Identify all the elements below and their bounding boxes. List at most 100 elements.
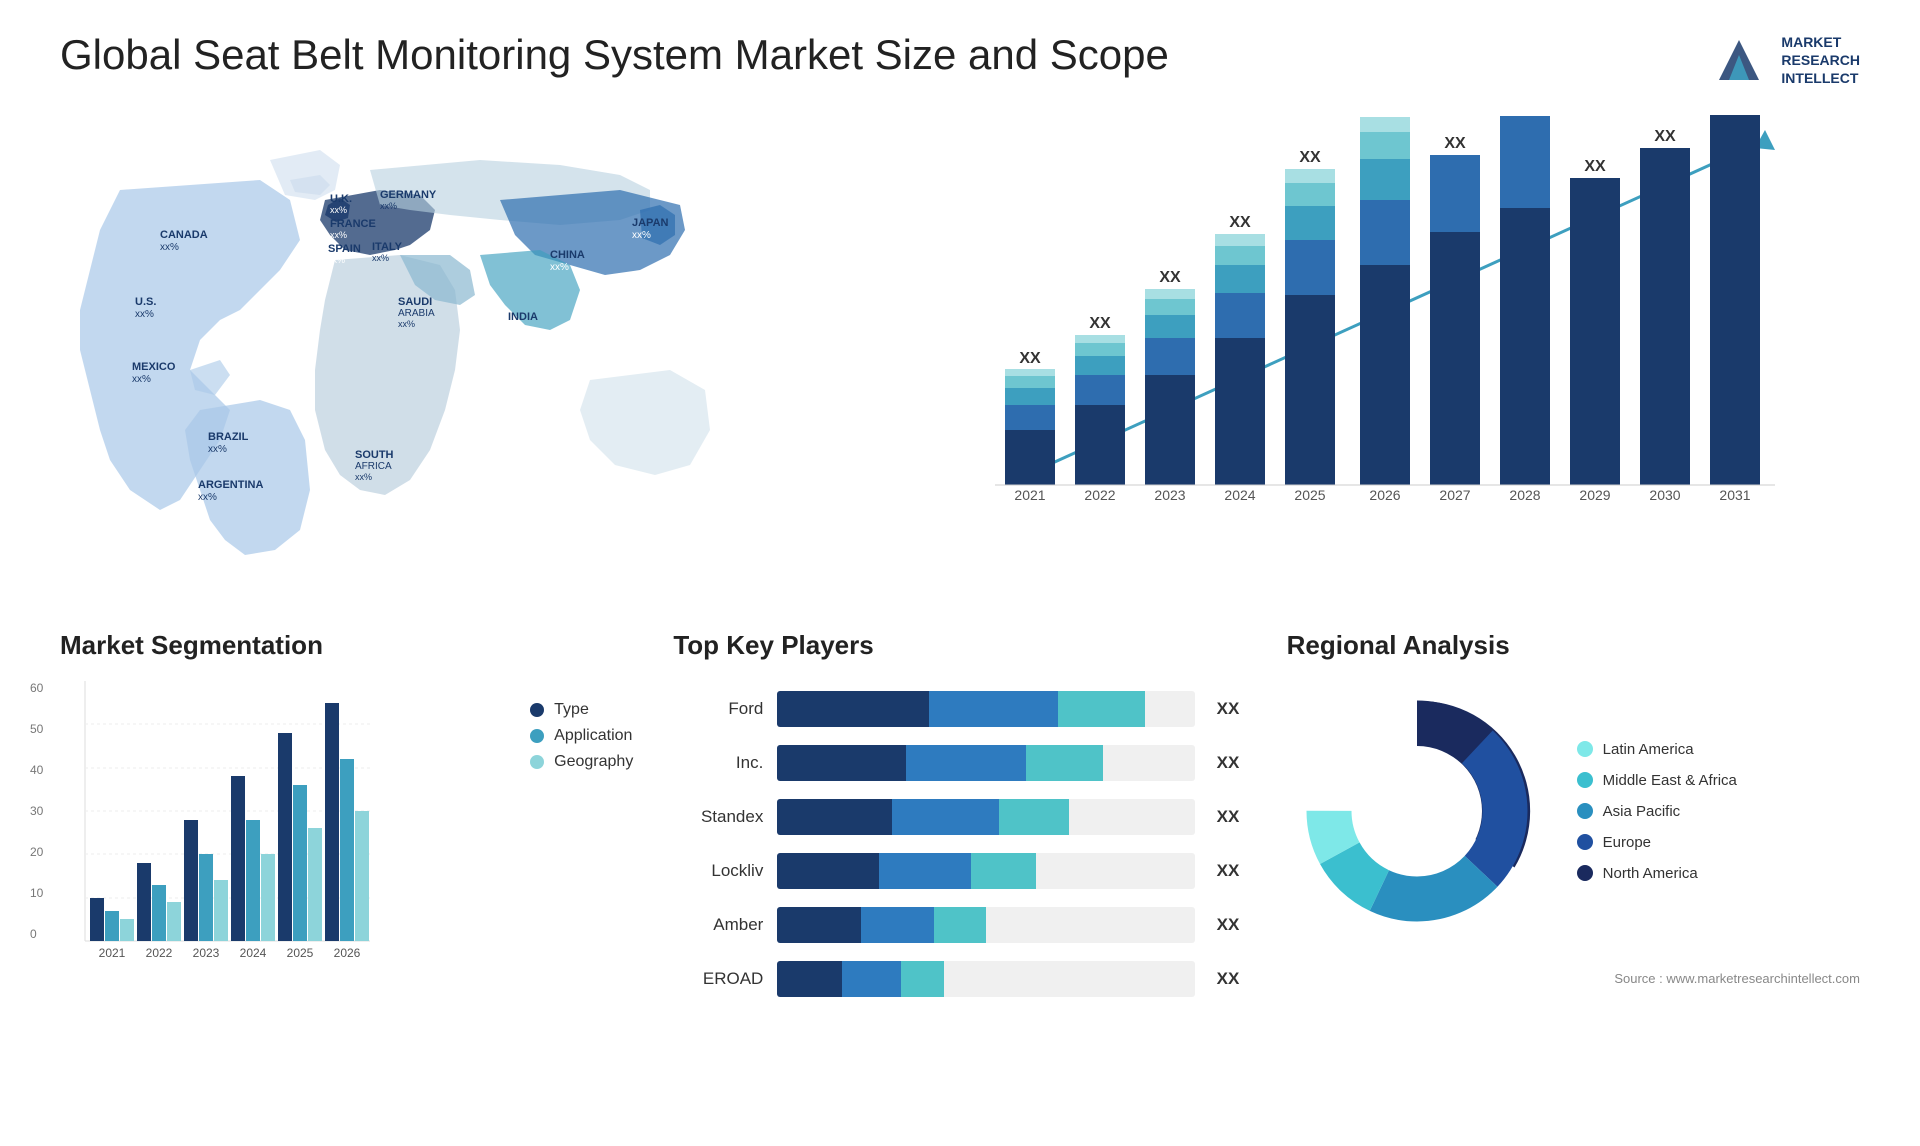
player-eroad-bar bbox=[777, 961, 1194, 997]
saudi-label: SAUDI bbox=[398, 296, 432, 308]
svg-text:2022: 2022 bbox=[146, 946, 173, 960]
legend-type: Type bbox=[530, 701, 633, 719]
regional-section: Regional Analysis bbox=[1287, 630, 1860, 1025]
india-label: INDIA bbox=[508, 311, 538, 323]
legend-geography-dot bbox=[530, 755, 544, 769]
player-lockliv-name: Lockliv bbox=[673, 861, 763, 881]
italy-label: ITALY bbox=[372, 241, 403, 253]
player-standex-name: Standex bbox=[673, 807, 763, 827]
player-eroad: EROAD XX bbox=[673, 961, 1246, 997]
svg-text:2025: 2025 bbox=[1294, 487, 1325, 503]
legend-type-label: Type bbox=[554, 701, 589, 719]
seg-chart-svg: 2021 2022 2023 bbox=[60, 681, 380, 971]
legend-middle-east: Middle East & Africa bbox=[1577, 772, 1737, 789]
seg-y-40: 40 bbox=[30, 763, 43, 777]
svg-text:2030: 2030 bbox=[1649, 487, 1680, 503]
legend-north-america-color bbox=[1577, 865, 1593, 881]
legend-type-dot bbox=[530, 703, 544, 717]
svg-text:XX: XX bbox=[1654, 128, 1676, 145]
player-standex: Standex XX bbox=[673, 799, 1246, 835]
france-val: xx% bbox=[330, 230, 347, 240]
players-section: Top Key Players Ford XX Inc. bbox=[673, 630, 1246, 1025]
svg-text:2026: 2026 bbox=[334, 946, 361, 960]
player-inc-val: XX bbox=[1217, 753, 1247, 773]
canada-label: CANADA bbox=[160, 229, 208, 241]
svg-text:2022: 2022 bbox=[1084, 487, 1115, 503]
regional-title: Regional Analysis bbox=[1287, 630, 1860, 661]
header: Global Seat Belt Monitoring System Marke… bbox=[60, 30, 1860, 90]
svg-text:XX: XX bbox=[1019, 350, 1041, 367]
legend-application-label: Application bbox=[554, 727, 632, 745]
player-inc-bar bbox=[777, 745, 1194, 781]
donut-svg bbox=[1287, 681, 1547, 941]
bottom-grid: Market Segmentation 60 50 40 30 20 10 0 bbox=[60, 630, 1860, 1025]
regional-legend: Latin America Middle East & Africa Asia … bbox=[1577, 741, 1737, 882]
legend-latin-america: Latin America bbox=[1577, 741, 1737, 758]
player-eroad-val: XX bbox=[1217, 969, 1247, 989]
world-map-section: CANADA xx% U.S. xx% MEXICO xx% BRAZIL xx… bbox=[60, 110, 945, 590]
southafrica-label2: AFRICA bbox=[355, 461, 392, 472]
world-map-container: CANADA xx% U.S. xx% MEXICO xx% BRAZIL xx… bbox=[60, 110, 945, 570]
seg-y-10: 10 bbox=[30, 886, 43, 900]
canada-val: xx% bbox=[160, 242, 179, 253]
legend-europe-color bbox=[1577, 834, 1593, 850]
player-inc: Inc. XX bbox=[673, 745, 1246, 781]
legend-latin-america-color bbox=[1577, 741, 1593, 757]
player-ford-name: Ford bbox=[673, 699, 763, 719]
page-container: Global Seat Belt Monitoring System Marke… bbox=[0, 0, 1920, 1055]
seg-y-60: 60 bbox=[30, 681, 43, 695]
player-amber-name: Amber bbox=[673, 915, 763, 935]
svg-text:XX: XX bbox=[1584, 158, 1606, 175]
legend-asia-pacific-color bbox=[1577, 803, 1593, 819]
svg-text:2025: 2025 bbox=[287, 946, 314, 960]
legend-north-america: North America bbox=[1577, 865, 1737, 882]
japan-label: JAPAN bbox=[632, 217, 669, 229]
bar-chart-svg: XX XX 2021 XX 2 bbox=[975, 110, 1795, 550]
logo-text: MARKET RESEARCH INTELLECT bbox=[1781, 33, 1860, 88]
legend-middle-east-color bbox=[1577, 772, 1593, 788]
legend-europe-label: Europe bbox=[1603, 834, 1651, 851]
legend-asia-pacific: Asia Pacific bbox=[1577, 803, 1737, 820]
uk-label: U.K. bbox=[330, 193, 352, 205]
svg-text:XX: XX bbox=[1089, 315, 1111, 332]
india-val: xx% bbox=[508, 324, 527, 335]
germany-val: xx% bbox=[380, 201, 397, 211]
players-container: Ford XX Inc. bbox=[673, 681, 1246, 1025]
player-ford-val: XX bbox=[1217, 699, 1247, 719]
svg-text:2023: 2023 bbox=[1154, 487, 1185, 503]
donut-chart bbox=[1287, 681, 1547, 941]
saudi-val: xx% bbox=[398, 319, 415, 329]
page-title: Global Seat Belt Monitoring System Marke… bbox=[60, 30, 1169, 80]
us-label: U.S. bbox=[135, 296, 156, 308]
logo-area: MARKET RESEARCH INTELLECT bbox=[1709, 30, 1860, 90]
legend-north-america-label: North America bbox=[1603, 865, 1698, 882]
player-ford-bar bbox=[777, 691, 1194, 727]
spain-label: SPAIN bbox=[328, 243, 361, 255]
player-inc-name: Inc. bbox=[673, 753, 763, 773]
svg-text:2024: 2024 bbox=[240, 946, 267, 960]
southafrica-label: SOUTH bbox=[355, 449, 394, 461]
saudi-label2: ARABIA bbox=[398, 308, 435, 319]
svg-text:2028: 2028 bbox=[1509, 487, 1540, 503]
china-label: CHINA bbox=[550, 249, 585, 261]
player-lockliv: Lockliv XX bbox=[673, 853, 1246, 889]
svg-text:XX: XX bbox=[1159, 269, 1181, 286]
us-val: xx% bbox=[135, 309, 154, 320]
player-lockliv-bar bbox=[777, 853, 1194, 889]
svg-text:XX: XX bbox=[1229, 214, 1251, 231]
mexico-label: MEXICO bbox=[132, 361, 176, 373]
world-map-svg: CANADA xx% U.S. xx% MEXICO xx% BRAZIL xx… bbox=[60, 110, 740, 560]
player-amber-val: XX bbox=[1217, 915, 1247, 935]
segmentation-section: Market Segmentation 60 50 40 30 20 10 0 bbox=[60, 630, 633, 1025]
svg-text:2023: 2023 bbox=[193, 946, 220, 960]
player-ford: Ford XX bbox=[673, 691, 1246, 727]
mexico-val: xx% bbox=[132, 374, 151, 385]
legend-asia-pacific-label: Asia Pacific bbox=[1603, 803, 1681, 820]
legend-latin-america-label: Latin America bbox=[1603, 741, 1694, 758]
china-val: xx% bbox=[550, 262, 569, 273]
players-title: Top Key Players bbox=[673, 630, 1246, 661]
player-amber: Amber XX bbox=[673, 907, 1246, 943]
italy-val: xx% bbox=[372, 253, 389, 263]
seg-y-50: 50 bbox=[30, 722, 43, 736]
brazil-val: xx% bbox=[208, 444, 227, 455]
